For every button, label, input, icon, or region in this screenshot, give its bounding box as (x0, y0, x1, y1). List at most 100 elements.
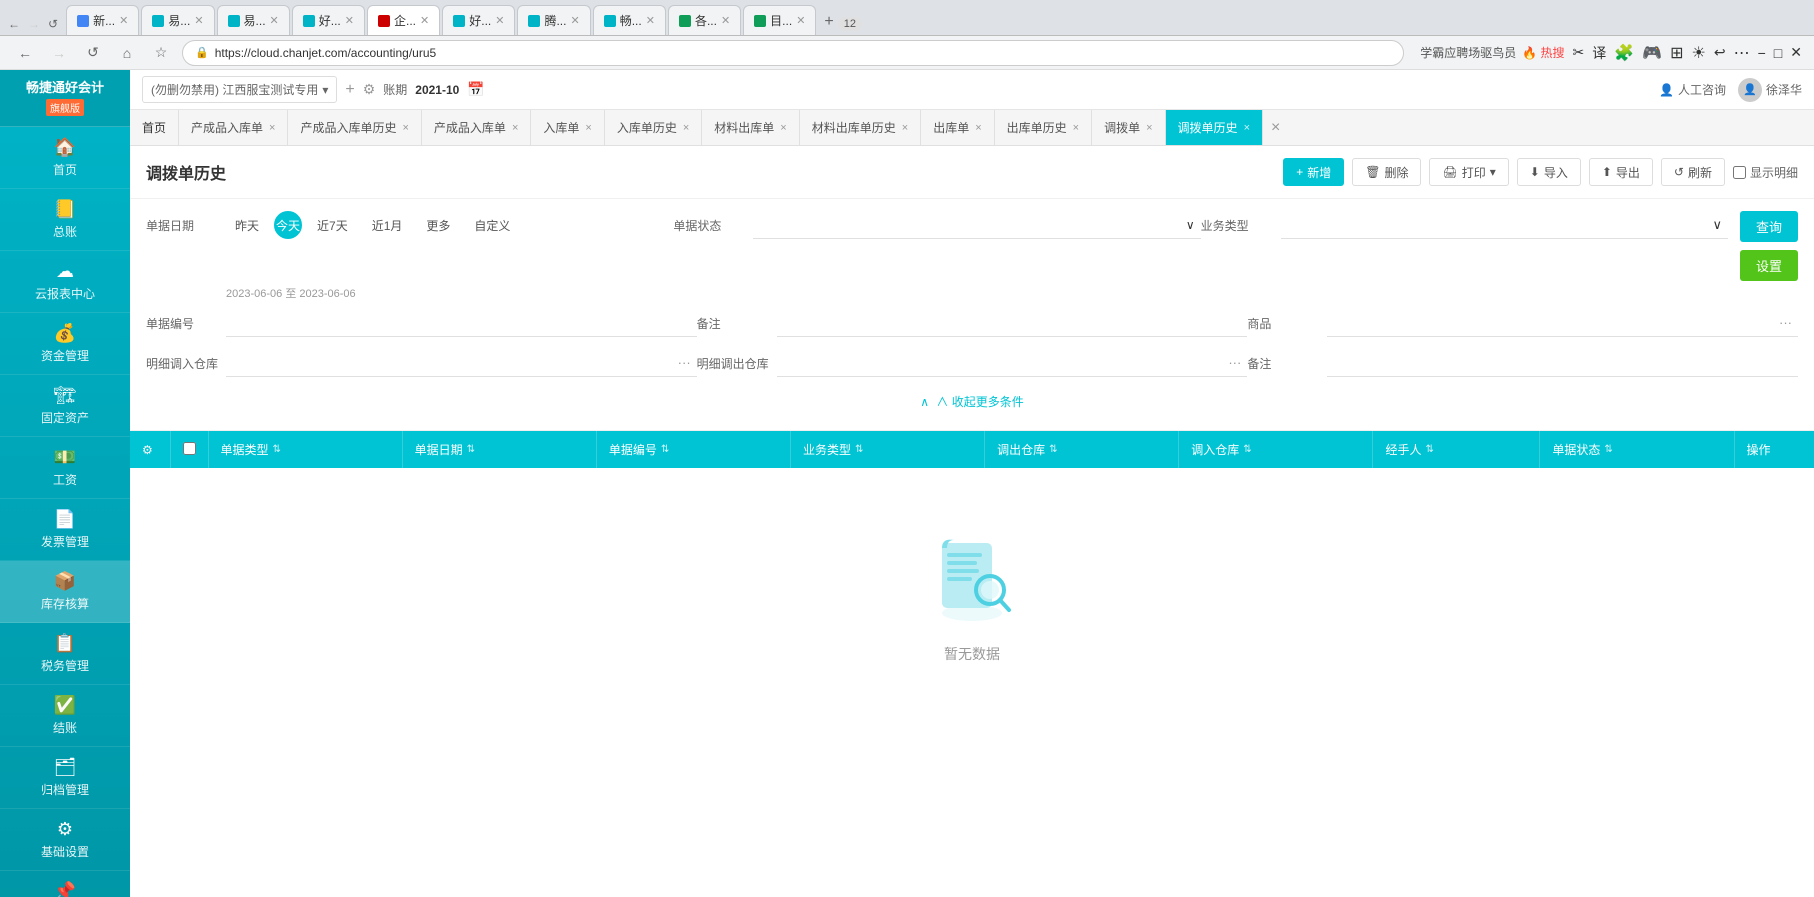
tab-transfer-history-close[interactable]: × (1244, 122, 1250, 134)
goods-select[interactable]: ··· (1327, 309, 1798, 337)
sidebar-item-invoices[interactable]: 📄 发票管理 (0, 499, 130, 561)
sidebar-item-closing[interactable]: ✅ 结账 (0, 685, 130, 747)
home-nav-btn[interactable]: ⌂ (114, 40, 140, 66)
tab-close-icon[interactable]: ✕ (194, 14, 203, 27)
browser-tab-yi2[interactable]: 易... ✕ (217, 5, 290, 35)
sidebar-item-ledger[interactable]: 📒 总账 (0, 189, 130, 251)
tab-out-order-close[interactable]: × (975, 122, 981, 134)
new-btn[interactable]: + 新增 (1283, 158, 1344, 186)
tab-transfer-close[interactable]: × (1146, 122, 1152, 134)
company-selector[interactable]: (勿删勿禁用) 江西服宝测试专用 ▾ (142, 76, 337, 103)
tab-in-order-close[interactable]: × (585, 122, 591, 134)
browser-tab-hao[interactable]: 好... ✕ (292, 5, 365, 35)
browser-tab-chang[interactable]: 畅... ✕ (593, 5, 666, 35)
extension-btn[interactable]: 🧩 (1614, 43, 1634, 63)
date-btn-yesterday[interactable]: 昨天 (226, 214, 268, 237)
date-btn-custom[interactable]: 自定义 (465, 214, 519, 237)
date-btn-more[interactable]: 更多 (417, 214, 459, 237)
sidebar-item-settings[interactable]: ⚙ 基础设置 (0, 809, 130, 871)
sidebar-item-wages[interactable]: 💵 工资 (0, 437, 130, 499)
print-btn[interactable]: 🖨 打印 ▾ (1429, 158, 1508, 186)
tab-out-history-close[interactable]: × (1073, 122, 1079, 134)
settings-filter-btn[interactable]: 设置 (1740, 250, 1798, 281)
th-in-warehouse-sort[interactable]: 调入仓库 ⇅ (1191, 441, 1360, 458)
tab-close-icon[interactable]: ✕ (420, 14, 429, 27)
tab-close-icon[interactable]: ✕ (570, 14, 579, 27)
select-all-checkbox[interactable] (183, 442, 196, 455)
tab-close-icon[interactable]: ✕ (119, 14, 128, 27)
browser-tab-active[interactable]: 企... ✕ (367, 5, 440, 35)
tab-home[interactable]: 首页 (130, 110, 179, 146)
status-select[interactable]: ∨ (753, 211, 1200, 239)
sidebar-item-archive[interactable]: 🗂 归档管理 (0, 747, 130, 809)
star-btn[interactable]: ☆ (148, 40, 174, 66)
gear-company-btn[interactable]: ⚙ (363, 81, 376, 98)
date-btn-today[interactable]: 今天 (274, 211, 302, 239)
add-company-btn[interactable]: + (345, 81, 354, 99)
tab-material-out-history[interactable]: 材料出库单历史 × (800, 110, 921, 146)
forward-nav-btn[interactable]: → (46, 40, 72, 66)
show-detail-toggle[interactable]: 显示明细 (1733, 164, 1798, 181)
detail-remark-input[interactable] (1327, 349, 1798, 377)
maximize-btn[interactable]: □ (1774, 45, 1782, 61)
sidebar-item-inventory[interactable]: 📦 库存核算 (0, 561, 130, 623)
delete-btn[interactable]: 🗑 删除 (1352, 158, 1421, 186)
th-handler[interactable]: 经手人 ⇅ (1373, 431, 1540, 468)
th-doc-type[interactable]: 单据类型 ⇅ (208, 431, 402, 468)
th-doc-no[interactable]: 单据编号 ⇅ (596, 431, 790, 468)
tab-product-in-history[interactable]: 产成品入库单历史 × (288, 110, 421, 146)
th-doc-status-sort[interactable]: 单据状态 ⇅ (1552, 441, 1721, 458)
tab-transfer-history[interactable]: 调拨单历史 × (1166, 110, 1263, 146)
th-biz-type-sort[interactable]: 业务类型 ⇅ (803, 441, 972, 458)
th-biz-type[interactable]: 业务类型 ⇅ (790, 431, 984, 468)
sidebar-item-home[interactable]: 🏠 首页 (0, 127, 130, 189)
remark-input[interactable] (777, 309, 1248, 337)
tab-close-icon[interactable]: ✕ (270, 14, 279, 27)
th-handler-sort[interactable]: 经手人 ⇅ (1385, 441, 1527, 458)
th-gear[interactable]: ⚙ (130, 431, 170, 468)
docno-input[interactable] (226, 309, 697, 337)
browser-tab-ge[interactable]: 各... ✕ (668, 5, 741, 35)
undo-btn[interactable]: ↩ (1714, 44, 1726, 61)
th-doc-status[interactable]: 单据状态 ⇅ (1540, 431, 1734, 468)
th-doc-no-sort[interactable]: 单据编号 ⇅ (609, 441, 778, 458)
forward-btn[interactable]: → (28, 17, 40, 35)
export-btn[interactable]: ⬆ 导出 (1589, 158, 1653, 186)
tab-product-in-close[interactable]: × (269, 122, 275, 134)
refresh-browser-btn[interactable]: ↺ (48, 17, 58, 35)
calendar-icon[interactable]: 📅 (467, 81, 484, 98)
collapse-conditions-btn[interactable]: ∧ ∧ 收起更多条件 (146, 385, 1798, 418)
browser-tab-xinwen[interactable]: 新... ✕ (66, 5, 139, 35)
sidebar-item-guide[interactable]: 📌 新手引导 (0, 871, 130, 897)
sidebar-item-reports[interactable]: ☁ 云报表中心 (0, 251, 130, 313)
date-btn-1month[interactable]: 近1月 (363, 214, 412, 237)
tab-material-out-close[interactable]: × (780, 122, 786, 134)
biz-select[interactable]: ∨ (1281, 211, 1728, 239)
new-tab-btn[interactable]: + (824, 13, 833, 35)
tab-close-icon[interactable]: ✕ (721, 14, 730, 27)
browser-tab-yi1[interactable]: 易... ✕ (141, 5, 214, 35)
detail-in-select[interactable]: ··· (226, 349, 697, 377)
tab-in-history-close[interactable]: × (683, 122, 689, 134)
user-profile[interactable]: 👤 徐泽华 (1738, 78, 1802, 102)
tab-out-history[interactable]: 出库单历史 × (995, 110, 1092, 146)
tab-close-icon[interactable]: ✕ (646, 14, 655, 27)
sidebar-item-assets[interactable]: 🏗 固定资产 (0, 375, 130, 437)
close-all-tabs-btn[interactable]: × (1263, 119, 1288, 137)
th-out-warehouse-sort[interactable]: 调出仓库 ⇅ (997, 441, 1166, 458)
refresh-list-btn[interactable]: ↺ 刷新 (1661, 158, 1725, 186)
theme-btn[interactable]: ☀ (1692, 43, 1706, 63)
tab-material-out-history-close[interactable]: × (902, 122, 908, 134)
th-out-warehouse[interactable]: 调出仓库 ⇅ (985, 431, 1179, 468)
show-detail-checkbox[interactable] (1733, 166, 1746, 179)
minimize-btn[interactable]: − (1758, 45, 1766, 61)
th-doc-date[interactable]: 单据日期 ⇅ (402, 431, 596, 468)
sidebar-item-funds[interactable]: 💰 资金管理 (0, 313, 130, 375)
tab-close-icon[interactable]: ✕ (495, 14, 504, 27)
tab-close-icon[interactable]: ✕ (796, 14, 805, 27)
back-btn[interactable]: ← (8, 17, 20, 35)
help-btn[interactable]: 👤 人工咨询 (1659, 81, 1726, 98)
tab-product-in-history-close[interactable]: × (402, 122, 408, 134)
grid-btn[interactable]: ⊞ (1670, 43, 1683, 63)
browser-tab-hao2[interactable]: 好... ✕ (442, 5, 515, 35)
